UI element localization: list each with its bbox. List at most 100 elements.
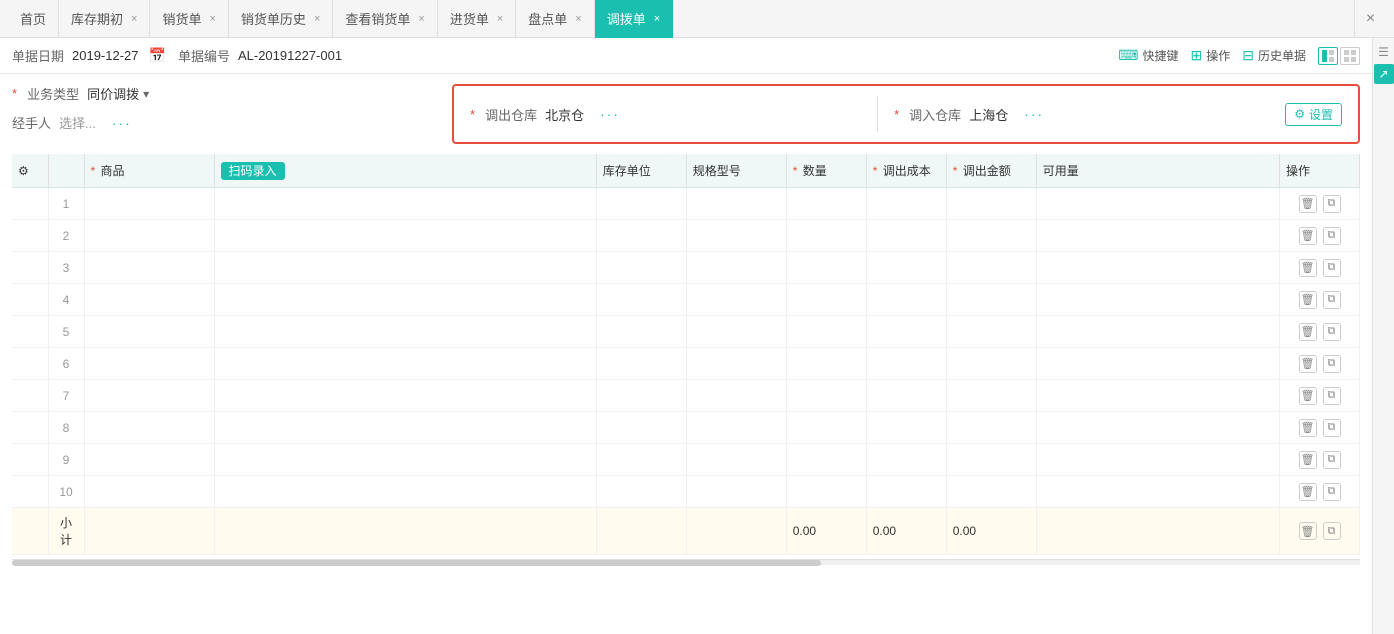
calendar-icon[interactable]: 📅: [149, 47, 166, 64]
row-product-cell[interactable]: [84, 444, 214, 476]
handler-more[interactable]: ···: [112, 115, 132, 131]
window-close-button[interactable]: ×: [1354, 0, 1386, 38]
operations-button[interactable]: ⊞ 操作: [1191, 47, 1231, 64]
copy-icon[interactable]: ⧉: [1323, 483, 1341, 501]
tab-inventory[interactable]: 盘点单 ×: [516, 0, 594, 38]
tab-home[interactable]: 首页: [8, 0, 59, 38]
row-settings-cell: [12, 284, 48, 316]
copy-icon[interactable]: ⧉: [1323, 419, 1341, 437]
copy-icon[interactable]: ⧉: [1323, 227, 1341, 245]
row-qty-cell[interactable]: [786, 476, 866, 508]
row-avail-cell: [1036, 252, 1279, 284]
scan-button[interactable]: 扫码录入: [221, 162, 285, 180]
row-qty-cell[interactable]: [786, 220, 866, 252]
row-spec-cell: [686, 284, 786, 316]
tab-transfer-label: 调拨单: [607, 9, 646, 28]
delete-icon[interactable]: 🗑: [1299, 355, 1317, 373]
col-header-cost: 调出成本: [866, 154, 946, 188]
row-product-cell[interactable]: [84, 316, 214, 348]
business-type-select[interactable]: 同价调拨 ▾: [87, 84, 149, 103]
row-unit-cell: [596, 476, 686, 508]
layout-icon-1[interactable]: [1318, 47, 1338, 65]
subtotal-amount-cell: 0.00: [946, 508, 1036, 555]
row-qty-cell[interactable]: [786, 412, 866, 444]
row-ops-cell: 🗑 ⧉: [1280, 188, 1360, 220]
tab-sales-order-close[interactable]: ×: [209, 13, 215, 25]
tab-inventory-close[interactable]: ×: [575, 13, 581, 25]
delete-icon[interactable]: 🗑: [1299, 387, 1317, 405]
copy-icon[interactable]: ⧉: [1323, 323, 1341, 341]
row-ops-cell: 🗑 ⧉: [1280, 444, 1360, 476]
row-product-cell[interactable]: [84, 284, 214, 316]
row-amount-cell: [946, 412, 1036, 444]
row-ops-cell: 🗑 ⧉: [1280, 348, 1360, 380]
handler-field: 经手人 选择... ···: [12, 113, 452, 132]
delete-icon[interactable]: 🗑: [1299, 323, 1317, 341]
row-qty-cell[interactable]: [786, 444, 866, 476]
table-row: 5 🗑 ⧉: [12, 316, 1360, 348]
row-settings-cell: [12, 476, 48, 508]
copy-icon[interactable]: ⧉: [1323, 195, 1341, 213]
tab-transfer-close[interactable]: ×: [654, 13, 660, 25]
col-header-scan[interactable]: 扫码录入: [214, 154, 596, 188]
sidebar-list-icon[interactable]: ☰: [1374, 42, 1394, 62]
row-product-cell[interactable]: [84, 476, 214, 508]
table-header-row: ⚙ 商品 扫码录入 库存单位 规格型号: [12, 154, 1360, 188]
tab-view-sales[interactable]: 查看销货单 ×: [333, 0, 437, 38]
row-qty-cell[interactable]: [786, 284, 866, 316]
copy-icon[interactable]: ⧉: [1323, 259, 1341, 277]
row-qty-cell[interactable]: [786, 316, 866, 348]
delete-icon[interactable]: 🗑: [1299, 259, 1317, 277]
row-qty-cell[interactable]: [786, 380, 866, 412]
delete-icon[interactable]: 🗑: [1299, 522, 1317, 540]
table-row: 3 🗑 ⧉: [12, 252, 1360, 284]
out-warehouse-more[interactable]: ···: [600, 106, 620, 122]
col-header-settings[interactable]: ⚙: [12, 154, 48, 188]
delete-icon[interactable]: 🗑: [1299, 451, 1317, 469]
date-label: 单据日期: [12, 46, 64, 65]
row-ops-cell: 🗑 ⧉: [1280, 220, 1360, 252]
in-warehouse-more[interactable]: ···: [1024, 106, 1044, 122]
tab-sales-history-close[interactable]: ×: [314, 13, 320, 25]
row-avail-cell: [1036, 220, 1279, 252]
tab-purchase-order-close[interactable]: ×: [497, 13, 503, 25]
history-button[interactable]: ⊟ 历史单据: [1242, 47, 1306, 64]
delete-icon[interactable]: 🗑: [1299, 291, 1317, 309]
settings-button[interactable]: ⚙ 设置: [1285, 103, 1342, 126]
copy-icon[interactable]: ⧉: [1323, 387, 1341, 405]
copy-icon[interactable]: ⧉: [1323, 355, 1341, 373]
tab-stock-init[interactable]: 库存期初 ×: [59, 0, 150, 38]
right-sidebar: ☰ ↗: [1372, 38, 1394, 634]
copy-icon[interactable]: ⧉: [1323, 451, 1341, 469]
row-product-cell[interactable]: [84, 412, 214, 444]
row-product-cell[interactable]: [84, 380, 214, 412]
col-header-qty: 数量: [786, 154, 866, 188]
table-row: 1 🗑 ⧉: [12, 188, 1360, 220]
settings-gear-icon: ⚙: [1294, 107, 1305, 121]
shortcut-button[interactable]: ⌨ 快捷键: [1118, 47, 1178, 64]
copy-icon[interactable]: ⧉: [1323, 522, 1341, 540]
row-product-cell[interactable]: [84, 348, 214, 380]
row-ops-cell: 🗑 ⧉: [1280, 380, 1360, 412]
row-product-cell[interactable]: [84, 252, 214, 284]
tab-purchase-order[interactable]: 进货单 ×: [438, 0, 516, 38]
delete-icon[interactable]: 🗑: [1299, 483, 1317, 501]
tab-sales-order[interactable]: 销货单 ×: [150, 0, 228, 38]
tab-transfer[interactable]: 调拨单 ×: [595, 0, 673, 38]
handler-select[interactable]: 选择...: [59, 113, 96, 132]
tab-view-sales-close[interactable]: ×: [418, 13, 424, 25]
delete-icon[interactable]: 🗑: [1299, 227, 1317, 245]
row-product-cell[interactable]: [84, 220, 214, 252]
layout-icon-2[interactable]: [1340, 47, 1360, 65]
delete-icon[interactable]: 🗑: [1299, 195, 1317, 213]
row-qty-cell[interactable]: [786, 348, 866, 380]
copy-icon[interactable]: ⧉: [1323, 291, 1341, 309]
horizontal-scrollbar[interactable]: [12, 559, 1360, 565]
tab-sales-history[interactable]: 销货单历史 ×: [229, 0, 333, 38]
row-product-cell[interactable]: [84, 188, 214, 220]
sidebar-expand-icon[interactable]: ↗: [1374, 64, 1394, 84]
row-qty-cell[interactable]: [786, 188, 866, 220]
row-qty-cell[interactable]: [786, 252, 866, 284]
tab-stock-init-close[interactable]: ×: [131, 13, 137, 25]
delete-icon[interactable]: 🗑: [1299, 419, 1317, 437]
